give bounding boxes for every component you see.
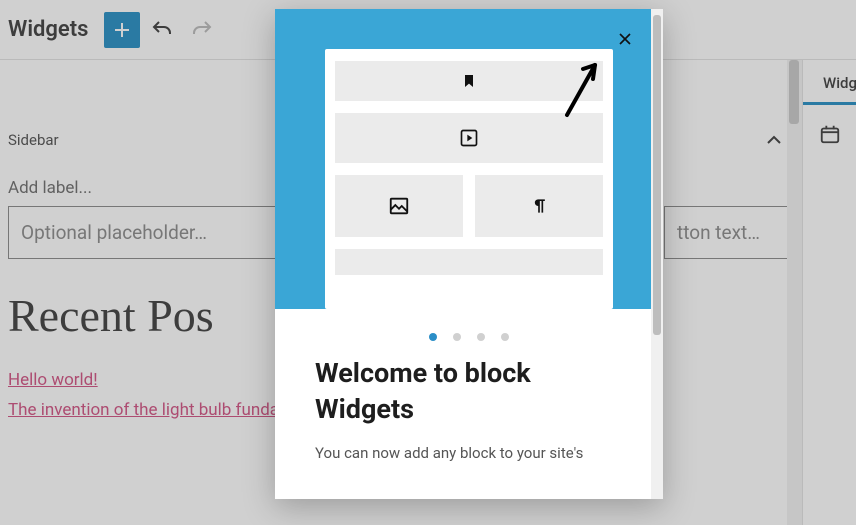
settings-sidebar: Widg [802,60,856,525]
close-button[interactable] [615,25,643,53]
dot[interactable] [501,333,509,341]
dot[interactable] [429,333,437,341]
plus-icon [110,18,134,42]
redo-icon [190,18,214,42]
scrollbar-thumb[interactable] [789,60,799,124]
modal-scrollbar[interactable] [651,9,663,499]
welcome-modal: Welcome to block Widgets You can now add… [275,9,663,499]
modal-text: You can now add any block to your site's [315,442,623,465]
widget-area-name: Sidebar [8,131,59,149]
undo-icon [150,18,174,42]
image-icon [388,195,410,217]
undo-button[interactable] [144,12,180,48]
button-text-input[interactable]: tton text… [664,206,794,259]
bookmark-icon [461,72,477,90]
paragraph-icon [529,195,549,217]
chevron-up-icon [762,128,786,152]
pointer-arrow-icon [561,59,601,119]
play-icon [459,128,479,148]
calendar-icon[interactable] [819,123,841,145]
tab-widget-areas[interactable]: Widg [803,60,856,105]
pagination-dots[interactable] [275,309,663,355]
add-block-button[interactable] [104,12,140,48]
scrollbar-thumb[interactable] [653,15,661,335]
modal-illustration [275,9,663,309]
page-title: Widgets [8,17,88,42]
redo-button[interactable] [184,12,220,48]
canvas-scrollbar[interactable] [787,60,802,525]
modal-title: Welcome to block Widgets [315,355,623,428]
dot[interactable] [453,333,461,341]
dot[interactable] [477,333,485,341]
close-icon [615,29,635,49]
